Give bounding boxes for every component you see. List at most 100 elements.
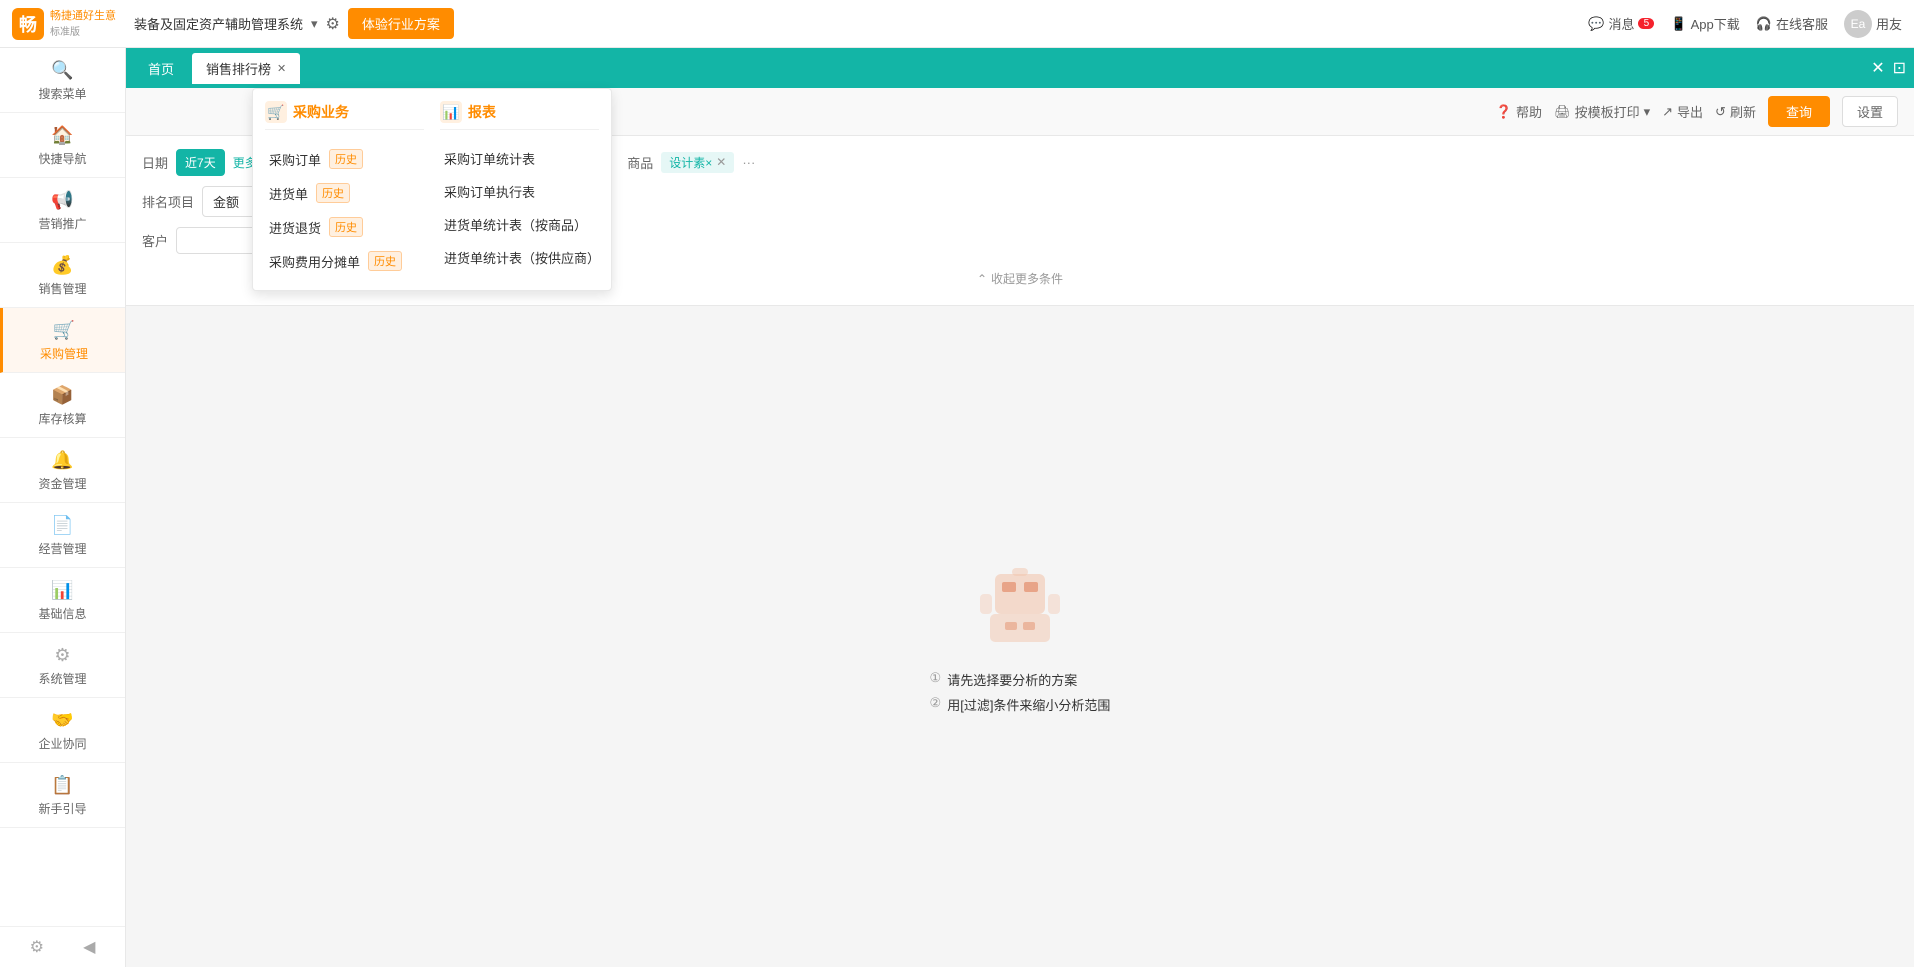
refresh-action[interactable]: ↺ 刷新 (1715, 102, 1756, 121)
print-action[interactable]: 🖨 按模板打印 ▾ (1554, 102, 1650, 121)
goods-tag-close-icon[interactable]: ✕ (716, 155, 726, 169)
goods-filter-group: 商品 设计素× ✕ ··· (627, 152, 755, 173)
sidebar-label-enterprise: 企业协同 (38, 735, 86, 752)
dropdown-arrow-icon[interactable]: ▾ (311, 16, 318, 32)
tab-sales-rank-label: 销售排行榜 (206, 59, 271, 78)
sidebar-item-enterprise[interactable]: 🤝 企业协同 (0, 698, 125, 763)
service-label: 在线客服 (1776, 14, 1828, 33)
export-label: 导出 (1677, 102, 1703, 121)
date-7days-btn[interactable]: 近7天 (176, 149, 225, 176)
message-action[interactable]: 💬 消息 5 (1588, 14, 1654, 33)
sidebar-item-system[interactable]: ⚙ 系统管理 (0, 633, 125, 698)
menu-item-incoming[interactable]: 进货单 历史 (265, 176, 424, 210)
help-label: 帮助 (1516, 102, 1542, 121)
sidebar-item-inventory[interactable]: 📦 库存核算 (0, 373, 125, 438)
online-service-action[interactable]: 🎧 在线客服 (1756, 14, 1828, 33)
refresh-icon: ↺ (1715, 104, 1726, 120)
finance-icon: 🔔 (51, 450, 73, 471)
help-action[interactable]: ❓ 帮助 (1496, 102, 1542, 121)
main-area: 🔍 搜索菜单 🏠 快捷导航 📢 营销推广 💰 销售管理 🛒 采购管理 📦 (0, 48, 1914, 967)
sidebar-item-finance[interactable]: 🔔 资金管理 (0, 438, 125, 503)
sidebar-label-operation: 经营管理 (38, 540, 86, 557)
purchase-menu-icon: 🛒 (265, 101, 287, 123)
reports-menu-col: 📊 报表 采购订单统计表 采购订单执行表 进货单统计表（按商品） 进货单统计表（… (440, 101, 599, 278)
sidebar-item-search[interactable]: 🔍 搜索菜单 (0, 48, 125, 113)
setting-button[interactable]: 设置 (1842, 96, 1898, 127)
incoming-history-badge[interactable]: 历史 (316, 183, 350, 203)
industry-button[interactable]: 体验行业方案 (348, 8, 454, 39)
logo-text-group: 畅捷通好生意 标准版 (50, 9, 116, 38)
return-label: 进货退货 (269, 218, 321, 237)
gear-icon[interactable]: ⚙ (326, 14, 340, 34)
tabs-bar-right: ✕ ⊡ (1871, 58, 1906, 78)
print-dropdown-icon: ▾ (1644, 104, 1651, 120)
sidebar-label-sales: 销售管理 (38, 280, 86, 297)
menu-item-report-2[interactable]: 采购订单执行表 (440, 175, 599, 208)
tab-home-label: 首页 (148, 59, 174, 78)
top-bar-middle: 装备及固定资产辅助管理系统 ▾ ⚙ 体验行业方案 (122, 8, 1588, 39)
logo-sub: 标准版 (50, 23, 116, 38)
menu-item-report-4[interactable]: 进货单统计表（按供应商） (440, 241, 599, 274)
sidebar-label-system: 系统管理 (38, 670, 86, 687)
report-2-label: 采购订单执行表 (444, 182, 535, 201)
sidebar-item-quick-nav[interactable]: 🏠 快捷导航 (0, 113, 125, 178)
sidebar-item-sales[interactable]: 💰 销售管理 (0, 243, 125, 308)
app-download-action[interactable]: 📱 App下载 (1670, 14, 1739, 33)
top-bar: 畅 畅捷通好生意 标准版 装备及固定资产辅助管理系统 ▾ ⚙ 体验行业方案 💬 … (0, 0, 1914, 48)
empty-state: ① 请先选择要分析的方案 ② 用[过滤]条件来缩小分析范围 (126, 306, 1914, 967)
home-icon: 🏠 (51, 125, 73, 146)
purchase-order-history-badge[interactable]: 历史 (329, 149, 363, 169)
user-label: 用友 (1876, 14, 1902, 33)
guide-icon: 📋 (51, 775, 73, 796)
collapse-sidebar-icon[interactable]: ◀ (83, 937, 95, 957)
message-badge: 5 (1638, 18, 1654, 29)
goods-label: 商品 (627, 153, 653, 172)
purchase-dropdown-menu: 🛒 采购业务 采购订单 历史 进货单 历史 进货退货 历史 (252, 88, 612, 291)
sidebar-label-marketing: 营销推广 (38, 215, 86, 232)
close-window-icon[interactable]: ✕ (1871, 58, 1884, 78)
system-icon: ⚙ (54, 645, 70, 666)
print-icon: 🖨 (1554, 104, 1571, 120)
menu-item-return[interactable]: 进货退货 历史 (265, 210, 424, 244)
tab-sales-rank[interactable]: 销售排行榜 ✕ (192, 53, 300, 84)
tab-home[interactable]: 首页 (134, 53, 188, 84)
empty-hint-2: ② 用[过滤]条件来缩小分析范围 (930, 695, 1111, 714)
menu-item-purchase-order[interactable]: 采购订单 历史 (265, 142, 424, 176)
avatar: Ea (1844, 10, 1872, 38)
sidebar-item-operation[interactable]: 📄 经营管理 (0, 503, 125, 568)
menu-item-report-3[interactable]: 进货单统计表（按商品） (440, 208, 599, 241)
empty-hint-1-text: 请先选择要分析的方案 (947, 670, 1077, 689)
maximize-icon[interactable]: ⊡ (1893, 58, 1906, 78)
tab-close-icon[interactable]: ✕ (277, 62, 286, 75)
sidebar-item-basic[interactable]: 📊 基础信息 (0, 568, 125, 633)
empty-text-list: ① 请先选择要分析的方案 ② 用[过滤]条件来缩小分析范围 (930, 670, 1111, 720)
menu-item-report-1[interactable]: 采购订单统计表 (440, 142, 599, 175)
rank-value: 金额 (213, 192, 239, 211)
refresh-label: 刷新 (1730, 102, 1756, 121)
collapse-button[interactable]: ⌃ 收起更多条件 (977, 270, 1063, 287)
purchase-header-label: 采购业务 (293, 102, 349, 122)
empty-robot-illustration (970, 554, 1070, 654)
user-action[interactable]: Ea 用友 (1844, 10, 1902, 38)
purchase-menu-col: 🛒 采购业务 采购订单 历史 进货单 历史 进货退货 历史 (265, 101, 424, 278)
marketing-icon: 📢 (51, 190, 73, 211)
date-label: 日期 (142, 153, 168, 172)
sidebar-item-purchase[interactable]: 🛒 采购管理 (0, 308, 125, 373)
goods-more-icon[interactable]: ··· (742, 155, 755, 170)
menu-item-expense[interactable]: 采购费用分摊单 历史 (265, 244, 424, 278)
mobile-icon: 📱 (1670, 16, 1686, 32)
query-button[interactable]: 查询 (1768, 96, 1830, 127)
sidebar-label-guide: 新手引导 (38, 800, 86, 817)
sidebar-bottom: ⚙ ◀ (0, 926, 125, 967)
sidebar-label-search: 搜索菜单 (38, 85, 86, 102)
logo-icon: 畅 (12, 8, 44, 40)
sidebar-item-marketing[interactable]: 📢 营销推广 (0, 178, 125, 243)
return-history-badge[interactable]: 历史 (329, 217, 363, 237)
sales-icon: 💰 (51, 255, 73, 276)
settings-bottom-icon[interactable]: ⚙ (30, 937, 44, 957)
content-area: 首页 销售排行榜 ✕ ✕ ⊡ ❓ 帮助 🖨 按模板 (126, 48, 1914, 967)
export-action[interactable]: ↗ 导出 (1662, 102, 1703, 121)
expense-history-badge[interactable]: 历史 (368, 251, 402, 271)
headset-icon: 🎧 (1756, 16, 1772, 32)
sidebar-item-guide[interactable]: 📋 新手引导 (0, 763, 125, 828)
